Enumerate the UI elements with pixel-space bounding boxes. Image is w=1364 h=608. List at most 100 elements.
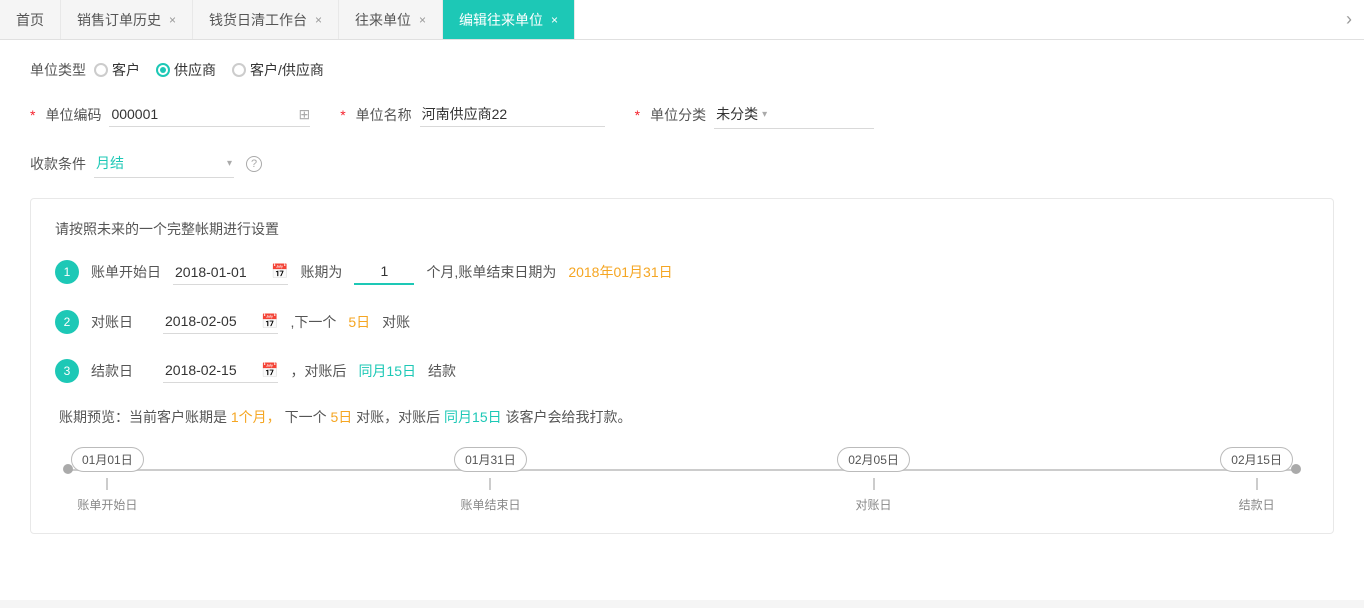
payment-terms-select[interactable]: 月结 ▾ [94, 149, 234, 178]
timeline-node-3: 02月05日 对账日 [837, 447, 910, 513]
preview-prefix: 账期预览：当前客户账期是 [59, 409, 227, 425]
tab-cash-work[interactable]: 钱货日清工作台 × [193, 0, 339, 39]
unit-name-input[interactable] [420, 102, 605, 127]
timeline-bubble-3: 02月05日 [837, 447, 910, 472]
tab-edit-partner[interactable]: 编辑往来单位 × [443, 0, 575, 39]
period-date-3-wrap: 📅 [163, 358, 278, 383]
unit-code-label: 单位编码 [45, 105, 101, 125]
unit-code-input-wrap: ⊞ [109, 102, 310, 127]
period-3-suffix-post: 结款 [428, 361, 456, 381]
radio-label-supplier: 供应商 [174, 60, 216, 80]
radio-circle-customer [94, 63, 108, 77]
period-num-2: 2 [55, 310, 79, 334]
unit-type-row: 单位类型 客户 供应商 客户/供应商 [30, 60, 1334, 80]
period-row-3: 3 结款日 📅 ，对账后 同月15日 结款 [55, 358, 1309, 383]
radio-supplier[interactable]: 供应商 [156, 60, 216, 80]
unit-code-field: * 单位编码 ⊞ [30, 102, 310, 127]
payment-terms-field: 收款条件 月结 ▾ ? [30, 149, 262, 178]
period-date-1-input[interactable] [173, 260, 263, 284]
unit-category-field: * 单位分类 未分类 ▾ [635, 100, 874, 129]
timeline-node-4: 02月15日 结款日 [1220, 447, 1293, 513]
period-row-2: 2 对账日 📅 ,下一个 5日 对账 [55, 309, 1309, 334]
period-1-highlight: 2018年01月31日 [568, 262, 672, 282]
period-date-2-calendar-icon[interactable]: 📅 [261, 313, 278, 330]
period-date-1-wrap: 📅 [173, 260, 288, 285]
unit-category-label: 单位分类 [650, 105, 706, 125]
close-tab-partner[interactable]: × [419, 13, 426, 27]
timeline-connector-2 [489, 478, 491, 490]
help-icon[interactable]: ? [246, 156, 262, 172]
period-2-suffix-pre: ,下一个 [290, 312, 336, 332]
timeline-connector-3 [873, 478, 875, 490]
preview-highlight2: 5日 [330, 409, 352, 425]
tab-more-button[interactable]: › [1334, 0, 1364, 39]
preview-suffix: 该客户会给我打款。 [506, 409, 632, 425]
tab-bar: 首页 销售订单历史 × 钱货日清工作台 × 往来单位 × 编辑往来单位 × › [0, 0, 1364, 40]
radio-label-customer: 客户 [112, 60, 140, 80]
unit-category-dropdown[interactable]: 未分类 ▾ [714, 100, 874, 129]
unit-code-icon[interactable]: ⊞ [298, 106, 310, 123]
period-months-input[interactable] [354, 259, 414, 285]
period-label-2: 对账日 [91, 312, 151, 332]
period-label-1: 账单开始日 [91, 262, 161, 282]
tab-sales-history[interactable]: 销售订单历史 × [61, 0, 193, 39]
preview-middle2: 对账，对账后 [356, 409, 440, 425]
period-2-highlight: 5日 [348, 312, 370, 332]
preview-highlight3: 同月15日 [444, 409, 502, 425]
payment-terms-label: 收款条件 [30, 154, 86, 174]
timeline-bubble-4: 02月15日 [1220, 447, 1293, 472]
timeline-label-1: 账单开始日 [77, 496, 137, 513]
preview-text: 账期预览：当前客户账期是 1个月， 下一个 5日 对账，对账后 同月15日 该客… [55, 407, 1309, 427]
preview-middle1: 下一个 [285, 409, 327, 425]
category-chevron-icon: ▾ [762, 109, 767, 120]
period-date-3-input[interactable] [163, 358, 253, 382]
period-date-1-calendar-icon[interactable]: 📅 [271, 263, 288, 280]
timeline-label-2: 账单结束日 [460, 496, 520, 513]
period-date-2-input[interactable] [163, 309, 253, 333]
period-2-suffix-post: 对账 [382, 312, 410, 332]
radio-both[interactable]: 客户/供应商 [232, 60, 324, 80]
close-tab-sales-history[interactable]: × [169, 13, 176, 27]
period-date-3-calendar-icon[interactable]: 📅 [261, 362, 278, 379]
radio-label-both: 客户/供应商 [250, 60, 324, 80]
unit-type-field: 单位类型 客户 供应商 客户/供应商 [30, 60, 324, 80]
tab-partner[interactable]: 往来单位 × [339, 0, 443, 39]
timeline-label-3: 对账日 [856, 496, 892, 513]
unit-category-value: 未分类 [716, 104, 758, 124]
unit-name-field: * 单位名称 [340, 102, 604, 127]
unit-code-star: * [30, 107, 35, 123]
timeline-connector-1 [106, 478, 108, 490]
timeline-label-4: 结款日 [1239, 496, 1275, 513]
timeline-container: 01月01日 账单开始日 01月31日 账单结束日 02月05日 对账日 02月… [55, 447, 1309, 513]
section-description: 请按照未来的一个完整帐期进行设置 [55, 219, 1309, 239]
unit-name-star: * [340, 107, 345, 123]
period-3-highlight: 同月15日 [358, 361, 416, 381]
radio-customer[interactable]: 客户 [94, 60, 140, 80]
unit-type-label: 单位类型 [30, 60, 86, 80]
period-label-3: 结款日 [91, 361, 151, 381]
tab-home[interactable]: 首页 [0, 0, 61, 39]
period-date-2-wrap: 📅 [163, 309, 278, 334]
timeline-node-1: 01月01日 账单开始日 [71, 447, 144, 513]
timeline-nodes: 01月01日 账单开始日 01月31日 账单结束日 02月05日 对账日 02月… [71, 447, 1293, 513]
radio-group: 客户 供应商 客户/供应商 [94, 60, 324, 80]
period-row-1: 1 账单开始日 📅 账期为 个月,账单结束日期为 2018年01月31日 [55, 259, 1309, 285]
period-3-suffix-pre: ，对账后 [290, 361, 346, 381]
unit-code-input[interactable] [109, 102, 294, 126]
close-tab-cash-work[interactable]: × [315, 13, 322, 27]
radio-circle-supplier [156, 63, 170, 77]
timeline-node-2: 01月31日 账单结束日 [454, 447, 527, 513]
unit-category-star: * [635, 107, 640, 123]
timeline-connector-4 [1256, 478, 1258, 490]
timeline-bubble-1: 01月01日 [71, 447, 144, 472]
radio-circle-both [232, 63, 246, 77]
payment-terms-row: 收款条件 月结 ▾ ? [30, 149, 1334, 178]
payment-terms-chevron-icon: ▾ [227, 158, 232, 169]
period-1-suffix-pre: 账期为 [300, 262, 342, 282]
code-name-category-row: * 单位编码 ⊞ * 单位名称 * 单位分类 未分类 ▾ [30, 100, 1334, 129]
main-content: 单位类型 客户 供应商 客户/供应商 * 单位编码 [0, 40, 1364, 600]
timeline-bubble-2: 01月31日 [454, 447, 527, 472]
preview-highlight1: 1个月， [231, 409, 281, 425]
period-num-3: 3 [55, 359, 79, 383]
close-tab-edit-partner[interactable]: × [551, 13, 558, 27]
